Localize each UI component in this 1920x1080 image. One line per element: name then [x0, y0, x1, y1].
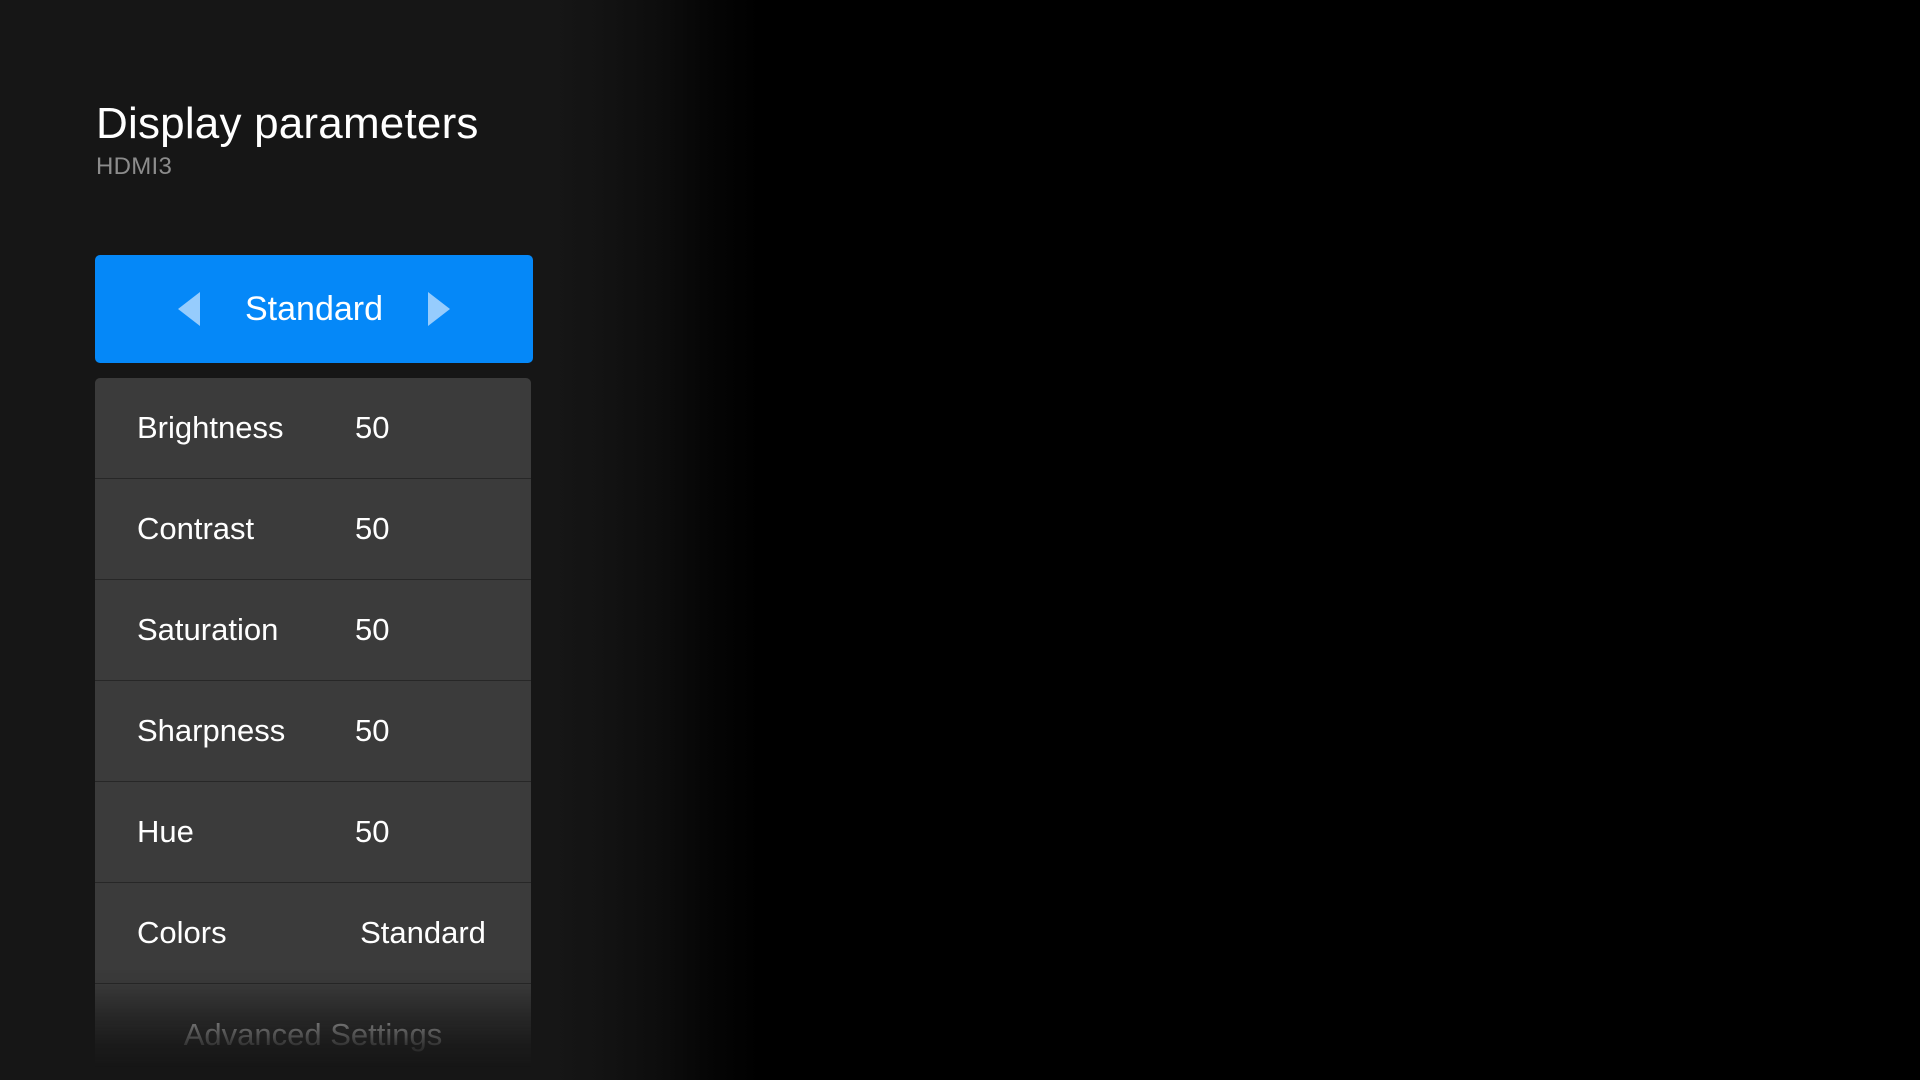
settings-row-label: Brightness: [137, 410, 284, 445]
settings-row-value: Standard: [360, 915, 486, 950]
picture-mode-stepper[interactable]: Standard: [95, 255, 533, 363]
settings-row[interactable]: Hue 50: [95, 782, 531, 883]
picture-mode-value: Standard: [245, 290, 383, 328]
settings-list-viewport[interactable]: Brightness 50 Contrast 50 Saturation 50 Sharpn…: [95, 378, 531, 1080]
settings-row-label: Contrast: [137, 511, 255, 546]
settings-row-value: 50: [355, 410, 390, 445]
menu-header: Display parameters HDMI3: [96, 98, 656, 181]
settings-row-value: 50: [355, 814, 390, 849]
tv-screen: Display parameters HDMI3 Standard Bright…: [0, 0, 1920, 1080]
settings-row[interactable]: Colors Standard: [95, 883, 531, 984]
settings-row[interactable]: Contrast 50: [95, 479, 531, 580]
settings-row-label: Hue: [137, 814, 194, 849]
source-label: HDMI3: [96, 153, 173, 180]
settings-row-label: Sharpness: [137, 713, 286, 748]
settings-row-label: Saturation: [137, 612, 279, 647]
settings-row-value: 50: [355, 713, 390, 748]
settings-row-value: 50: [355, 612, 390, 647]
settings-row-label: Advanced Settings: [183, 1016, 443, 1052]
page-title: Display parameters: [96, 99, 479, 148]
settings-row[interactable]: Brightness 50: [95, 378, 531, 479]
settings-row[interactable]: Advanced Settings: [95, 984, 531, 1080]
settings-row-value: 50: [355, 511, 390, 546]
settings-list: Brightness 50 Contrast 50 Saturation 50 Sharpn…: [95, 378, 531, 1080]
settings-row[interactable]: Sharpness 50: [95, 681, 531, 782]
triangle-right-icon[interactable]: [428, 292, 450, 326]
triangle-left-icon[interactable]: [178, 292, 200, 326]
settings-row[interactable]: Saturation 50: [95, 580, 531, 681]
settings-row-label: Colors: [137, 915, 227, 950]
